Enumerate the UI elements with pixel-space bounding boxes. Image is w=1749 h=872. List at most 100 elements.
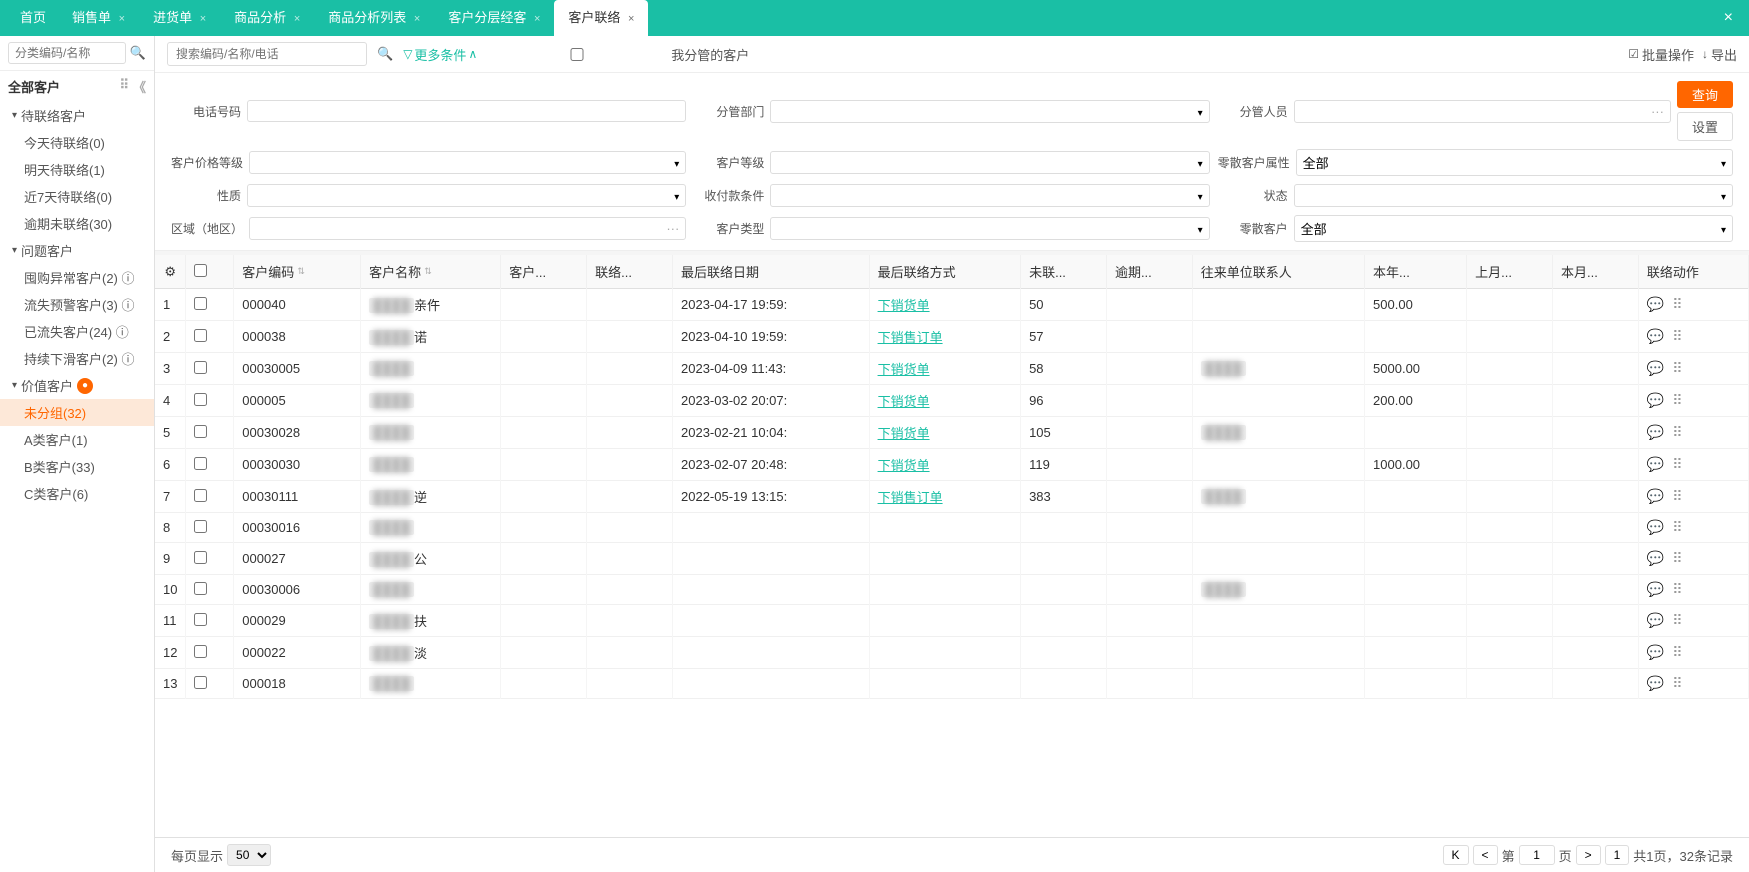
row-select-checkbox[interactable] <box>194 489 207 502</box>
tab-purchase[interactable]: 进货单 × <box>139 0 220 36</box>
row-select-checkbox[interactable] <box>194 676 207 689</box>
more-icon[interactable]: ⠿ <box>1672 644 1682 661</box>
sidebar-item-declining[interactable]: 持续下滑客户(2) ⓘ <box>0 345 154 372</box>
chat-icon[interactable]: 💬 <box>1647 612 1664 629</box>
category-search-input[interactable] <box>8 42 126 64</box>
row-checkbox[interactable] <box>186 353 234 385</box>
last-page-btn[interactable]: 1 <box>1605 845 1630 865</box>
value-customers-group[interactable]: ▾ 价值客户 ● <box>0 372 154 399</box>
tab-product-analysis-list[interactable]: 商品分析列表 × <box>314 0 434 36</box>
level-select[interactable] <box>770 151 1209 174</box>
chat-icon[interactable]: 💬 <box>1647 360 1664 377</box>
prev-page-btn[interactable]: < <box>1473 845 1498 865</box>
last-contact-way[interactable] <box>869 575 1021 605</box>
row-checkbox[interactable] <box>186 289 234 321</box>
area-select[interactable]: ··· <box>249 217 686 240</box>
price-level-select[interactable] <box>249 151 686 174</box>
row-checkbox[interactable] <box>186 513 234 543</box>
row-checkbox[interactable] <box>186 605 234 637</box>
chat-icon[interactable]: 💬 <box>1647 456 1664 473</box>
row-checkbox[interactable] <box>186 481 234 513</box>
chat-icon[interactable]: 💬 <box>1647 675 1664 692</box>
search-icon[interactable]: 🔍 <box>377 46 393 62</box>
last-contact-way[interactable]: 下销货单 <box>869 417 1021 449</box>
more-icon[interactable]: ⠿ <box>1672 360 1682 377</box>
row-select-checkbox[interactable] <box>194 425 207 438</box>
close-icon[interactable]: × <box>628 13 634 25</box>
more-icon[interactable]: ⠿ <box>1672 519 1682 536</box>
tab-home[interactable]: 首页 <box>8 0 58 36</box>
retail-attr-select[interactable]: 全部 <box>1296 149 1733 176</box>
row-checkbox[interactable] <box>186 321 234 353</box>
row-select-checkbox[interactable] <box>194 551 207 564</box>
chat-icon[interactable]: 💬 <box>1647 519 1664 536</box>
last-contact-way[interactable]: 下销货单 <box>869 449 1021 481</box>
status-select[interactable] <box>1294 184 1733 207</box>
sort-icon[interactable]: ⇅ <box>297 266 305 277</box>
row-select-checkbox[interactable] <box>194 361 207 374</box>
first-page-btn[interactable]: K <box>1443 845 1469 865</box>
more-icon[interactable]: ⠿ <box>1672 328 1682 345</box>
search-icon[interactable]: 🔍 <box>130 45 146 61</box>
dept-select[interactable] <box>770 100 1209 123</box>
row-select-checkbox[interactable] <box>194 393 207 406</box>
checkbox-col-header[interactable] <box>186 255 234 289</box>
page-number-input[interactable] <box>1519 845 1555 865</box>
more-icon[interactable]: ⠿ <box>1672 296 1682 313</box>
sidebar-item-overdue[interactable]: 逾期未联络(30) <box>0 210 154 237</box>
sidebar-item-tomorrow[interactable]: 明天待联络(1) <box>0 156 154 183</box>
more-icon[interactable]: ⠿ <box>1672 675 1682 692</box>
phone-input[interactable] <box>247 100 686 122</box>
collapse-icon[interactable]: 《 <box>133 77 146 96</box>
last-way-link[interactable]: 下销售订单 <box>878 330 943 345</box>
row-checkbox[interactable] <box>186 543 234 575</box>
retail-customer-select[interactable]: 全部 <box>1294 215 1733 242</box>
grid-icon[interactable]: ⠿ <box>119 77 129 96</box>
chat-icon[interactable]: 💬 <box>1647 328 1664 345</box>
row-checkbox[interactable] <box>186 669 234 699</box>
row-checkbox[interactable] <box>186 449 234 481</box>
last-way-link[interactable]: 下销货单 <box>878 458 930 473</box>
tab-customer-contact[interactable]: 客户联络 × <box>554 0 648 36</box>
close-icon[interactable]: × <box>119 13 125 25</box>
sidebar-item-class-b[interactable]: B类客户(33) <box>0 453 154 480</box>
row-checkbox[interactable] <box>186 637 234 669</box>
chat-icon[interactable]: 💬 <box>1647 392 1664 409</box>
row-select-checkbox[interactable] <box>194 297 207 310</box>
sidebar-item-today[interactable]: 今天待联络(0) <box>0 129 154 156</box>
last-contact-way[interactable]: 下销售订单 <box>869 481 1021 513</box>
tab-sales[interactable]: 销售单 × <box>58 0 139 36</box>
all-customers-header[interactable]: 全部客户 ⠿ 《 <box>0 71 154 102</box>
row-checkbox[interactable] <box>186 417 234 449</box>
batch-op-btn[interactable]: ☑ 批量操作 <box>1628 45 1694 64</box>
row-select-checkbox[interactable] <box>194 457 207 470</box>
sidebar-item-class-a[interactable]: A类客户(1) <box>0 426 154 453</box>
close-icon[interactable]: × <box>534 13 540 25</box>
more-icon[interactable]: ⠿ <box>1672 550 1682 567</box>
sidebar-item-churn-warning[interactable]: 流失预警客户(3) ⓘ <box>0 291 154 318</box>
last-contact-way[interactable] <box>869 543 1021 575</box>
more-icon[interactable]: ⠿ <box>1672 612 1682 629</box>
row-checkbox[interactable] <box>186 385 234 417</box>
problem-customers-group[interactable]: ▾ 问题客户 <box>0 237 154 264</box>
last-contact-way[interactable] <box>869 605 1021 637</box>
more-icon[interactable]: ⠿ <box>1672 581 1682 598</box>
chat-icon[interactable]: 💬 <box>1647 644 1664 661</box>
chat-icon[interactable]: 💬 <box>1647 424 1664 441</box>
tab-customer-tier[interactable]: 客户分层经客 × <box>434 0 554 36</box>
more-icon[interactable]: ⠿ <box>1672 392 1682 409</box>
search-button[interactable]: 查询 <box>1677 81 1733 108</box>
row-checkbox[interactable] <box>186 575 234 605</box>
sidebar-item-ungroup[interactable]: 未分组(32) <box>0 399 154 426</box>
last-contact-way[interactable]: 下销货单 <box>869 385 1021 417</box>
reset-button[interactable]: 设置 <box>1677 112 1733 141</box>
row-select-checkbox[interactable] <box>194 329 207 342</box>
last-way-link[interactable]: 下销货单 <box>878 426 930 441</box>
nature-select[interactable] <box>247 184 686 207</box>
chat-icon[interactable]: 💬 <box>1647 550 1664 567</box>
more-conditions-btn[interactable]: ▽ 更多条件 ∧ <box>403 45 477 64</box>
next-page-btn[interactable]: > <box>1576 845 1601 865</box>
window-close-icon[interactable]: × <box>1716 9 1741 27</box>
customer-type-select[interactable] <box>770 217 1209 240</box>
sidebar-item-class-c[interactable]: C类客户(6) <box>0 480 154 507</box>
